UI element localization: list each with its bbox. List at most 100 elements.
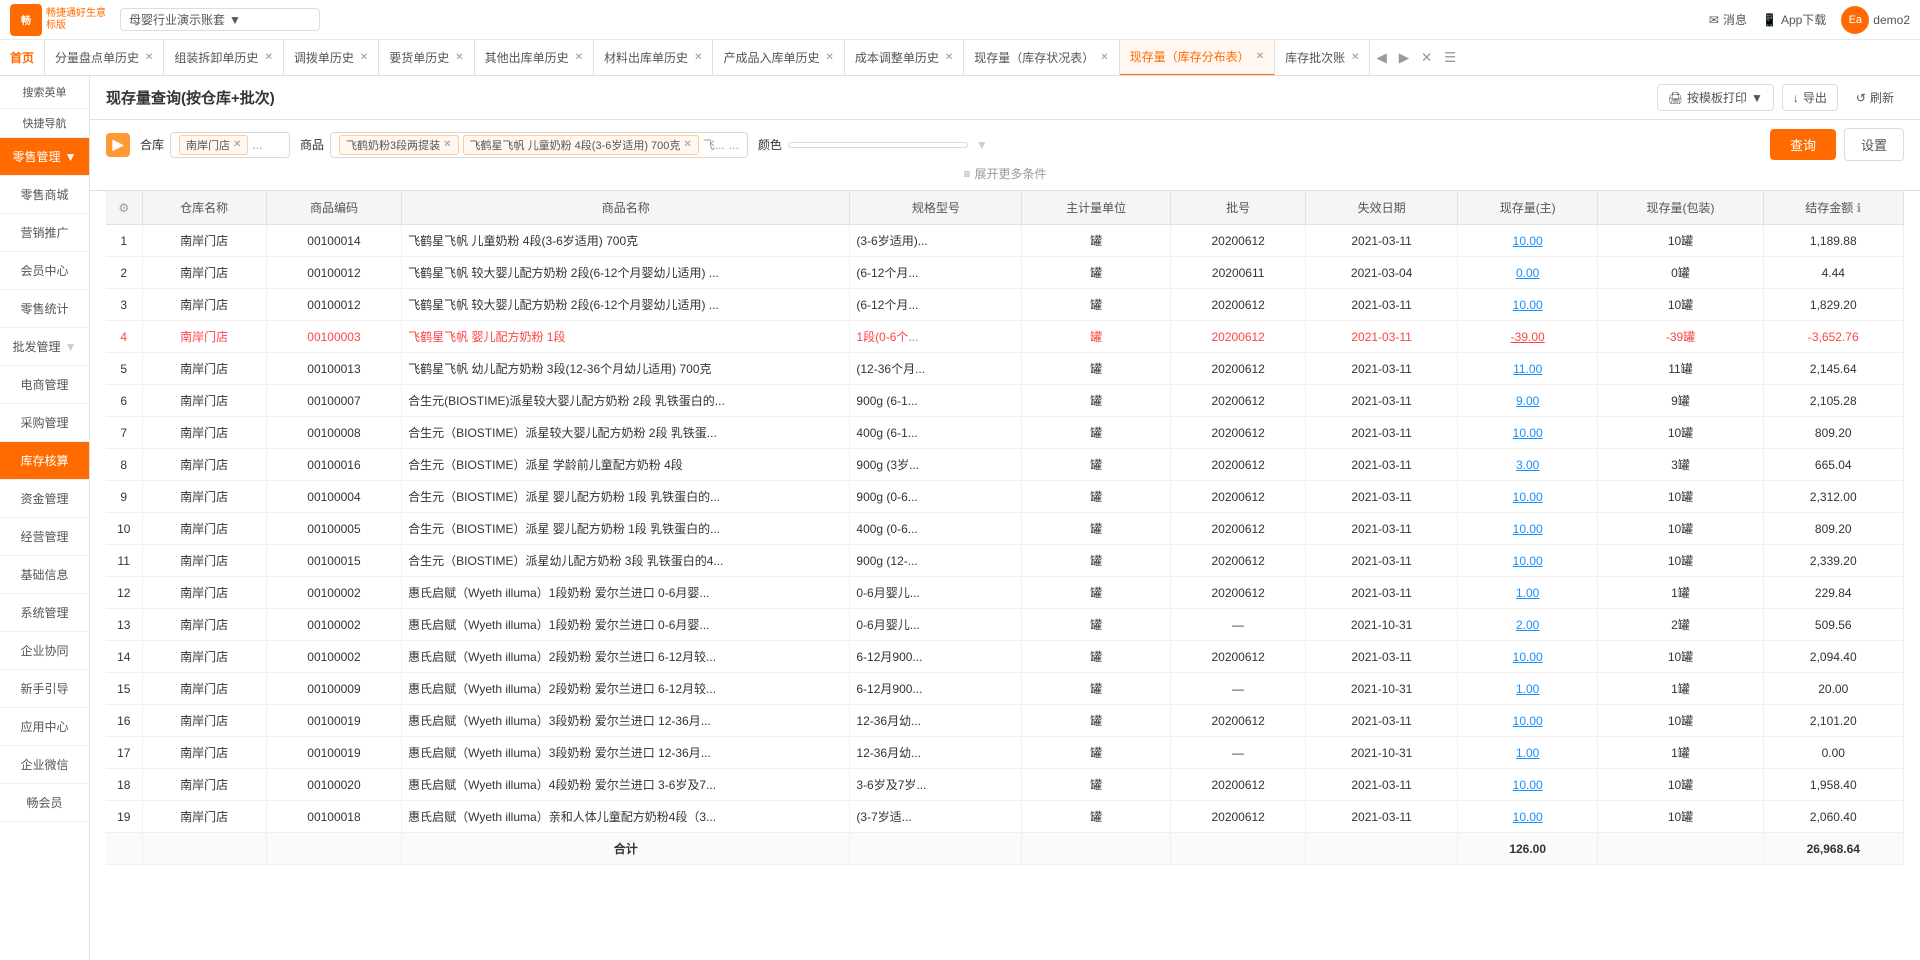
warehouse-tag-close[interactable]: ✕ (233, 139, 241, 150)
user-menu[interactable]: Ea demo2 (1841, 6, 1910, 34)
tab-product-in-close[interactable]: ✕ (825, 52, 833, 63)
sidebar-item-retail-mgmt[interactable]: 零售管理 ▼ (0, 138, 89, 176)
tab-mix[interactable]: 调拨单历史 ✕ (284, 40, 379, 76)
cell-unit: 罐 (1022, 705, 1171, 737)
product-tag-1-close[interactable]: ✕ (443, 139, 451, 150)
cell-qty-main[interactable]: 10.00 (1457, 417, 1598, 449)
cell-qty-main[interactable]: 1.00 (1457, 737, 1598, 769)
data-table: ⚙ 仓库名称 商品编码 商品名称 规格型号 主计量单位 批号 失效日期 现存量(… (106, 191, 1904, 865)
sidebar-item-member[interactable]: 会员中心 (0, 252, 89, 290)
tab-material-close[interactable]: ✕ (694, 52, 702, 63)
cell-code: 00100002 (266, 609, 401, 641)
cell-expire: 2021-10-31 (1306, 609, 1458, 641)
balance-info-icon[interactable]: ℹ (1857, 201, 1862, 215)
cell-balance: 2,339.20 (1763, 545, 1903, 577)
tab-menu-btn[interactable]: ☰ (1438, 40, 1462, 76)
template-print-btn[interactable]: 🖨 按模板打印 ▼ (1657, 84, 1774, 111)
product-tag-2-close[interactable]: ✕ (683, 139, 691, 150)
tab-stock-status-close[interactable]: ✕ (1100, 52, 1108, 63)
cell-warehouse: 南岸门店 (142, 577, 266, 609)
sidebar-quick-nav[interactable]: 快捷导航 (0, 109, 89, 138)
cell-qty-main[interactable]: 10.00 (1457, 801, 1598, 833)
tab-cost-adj-close[interactable]: ✕ (945, 52, 953, 63)
tab-home[interactable]: 首页 (0, 40, 45, 76)
tab-batch[interactable]: 库存批次账 ✕ (1275, 40, 1370, 76)
tab-demand-close[interactable]: ✕ (455, 52, 463, 63)
export-btn[interactable]: ↓ 导出 (1782, 84, 1838, 111)
tab-close-all-btn[interactable]: ✕ (1415, 40, 1438, 76)
app-download-btn[interactable]: 📱 App下载 (1762, 11, 1826, 28)
tab-stock-status[interactable]: 现存量（库存状况表） ✕ (964, 40, 1119, 76)
sidebar-item-finance[interactable]: 资金管理 (0, 480, 89, 518)
sidebar-item-member2[interactable]: 畅会员 (0, 784, 89, 822)
tab-disassemble-close[interactable]: ✕ (264, 52, 272, 63)
cell-qty-main[interactable]: 10.00 (1457, 641, 1598, 673)
cell-unit: 罐 (1022, 449, 1171, 481)
cell-qty-main[interactable]: 0.00 (1457, 257, 1598, 289)
sidebar-item-enterprise-wechat[interactable]: 企业微信 (0, 746, 89, 784)
sidebar-item-wholesale[interactable]: 批发管理 ▼ (0, 328, 89, 366)
tab-outbound-close[interactable]: ✕ (575, 52, 583, 63)
cell-qty-main[interactable]: 10.00 (1457, 513, 1598, 545)
sidebar-item-retail-shop[interactable]: 零售商城 (0, 176, 89, 214)
tab-product-in[interactable]: 产成品入库单历史 ✕ (713, 40, 844, 76)
tab-cost-adj[interactable]: 成本调整单历史 ✕ (845, 40, 964, 76)
query-btn[interactable]: 查询 (1770, 129, 1836, 160)
cell-qty-main[interactable]: 2.00 (1457, 609, 1598, 641)
cell-qty-main[interactable]: 10.00 (1457, 225, 1598, 257)
tab-next-btn[interactable]: ▶ (1393, 40, 1415, 76)
cell-qty-main[interactable]: 10.00 (1457, 545, 1598, 577)
tab-split-close[interactable]: ✕ (145, 52, 153, 63)
sidebar-item-app-center[interactable]: 应用中心 (0, 708, 89, 746)
tab-material[interactable]: 材料出库单历史 ✕ (594, 40, 713, 76)
color-input[interactable] (788, 142, 968, 148)
cell-batch: 20200612 (1171, 353, 1306, 385)
product-input[interactable]: 飞鹤奶粉3段两提装 ✕ 飞鹤星飞帆 儿童奶粉 4段(3-6岁适用) 700克 ✕… (330, 132, 748, 158)
cell-no: 14 (106, 641, 142, 673)
sidebar-item-ecommerce[interactable]: 电商管理 (0, 366, 89, 404)
cell-qty-main[interactable]: 3.00 (1457, 449, 1598, 481)
message-btn[interactable]: ✉ 消息 (1709, 11, 1747, 28)
sidebar-item-operations[interactable]: 经营管理 (0, 518, 89, 556)
expand-conditions-btn[interactable]: ≡ 展开更多条件 (106, 165, 1904, 182)
th-settings[interactable]: ⚙ (106, 191, 142, 225)
cell-qty-main[interactable]: 9.00 (1457, 385, 1598, 417)
setting-btn[interactable]: 设置 (1844, 128, 1904, 161)
cell-balance: 509.56 (1763, 609, 1903, 641)
filter-toggle-btn[interactable]: ▶ (106, 133, 130, 157)
cell-qty-main[interactable]: 10.00 (1457, 705, 1598, 737)
sidebar-item-inventory[interactable]: 库存核算 (0, 442, 89, 480)
warehouse-input[interactable]: 南岸门店 ✕ ... (170, 132, 290, 158)
cell-qty-main[interactable]: 10.00 (1457, 769, 1598, 801)
tab-split[interactable]: 分量盘点单历史 ✕ (45, 40, 164, 76)
sidebar-item-basic[interactable]: 基础信息 (0, 556, 89, 594)
table-row: 3 南岸门店 00100012 飞鹤星飞帆 较大婴儿配方奶粉 2段(6-12个月… (106, 289, 1904, 321)
tab-stock-dist[interactable]: 现存量（库存分布表） ✕ (1120, 40, 1275, 76)
sidebar-item-purchase[interactable]: 采购管理 (0, 404, 89, 442)
refresh-btn[interactable]: ↺ 刷新 (1846, 85, 1904, 110)
account-selector[interactable]: 母婴行业演示账套 ▼ (120, 8, 320, 31)
cell-qty-main[interactable]: 10.00 (1457, 289, 1598, 321)
cell-balance: 809.20 (1763, 513, 1903, 545)
cell-spec: 900g (12-... (850, 545, 1022, 577)
tab-stock-dist-close[interactable]: ✕ (1256, 51, 1264, 62)
tab-demand[interactable]: 要货单历史 ✕ (379, 40, 474, 76)
sidebar-item-guide[interactable]: 新手引导 (0, 670, 89, 708)
sidebar-search[interactable]: 搜索英单 (0, 76, 89, 109)
sidebar-item-marketing[interactable]: 营销推广 (0, 214, 89, 252)
tab-disassemble[interactable]: 组装拆卸单历史 ✕ (164, 40, 283, 76)
cell-qty-main[interactable]: 11.00 (1457, 353, 1598, 385)
sidebar-item-enterprise[interactable]: 企业协同 (0, 632, 89, 670)
settings-icon[interactable]: ⚙ (118, 201, 129, 215)
sidebar-item-system[interactable]: 系统管理 (0, 594, 89, 632)
cell-qty-main[interactable]: 10.00 (1457, 481, 1598, 513)
tab-mix-close[interactable]: ✕ (360, 52, 368, 63)
cell-qty-main[interactable]: -39.00 (1457, 321, 1598, 353)
cell-qty-main[interactable]: 1.00 (1457, 673, 1598, 705)
tab-prev-btn[interactable]: ◀ (1370, 40, 1392, 76)
cell-qty-main[interactable]: 1.00 (1457, 577, 1598, 609)
sidebar-item-retail-stats[interactable]: 零售统计 (0, 290, 89, 328)
tab-outbound[interactable]: 其他出库单历史 ✕ (475, 40, 594, 76)
tab-batch-close[interactable]: ✕ (1351, 52, 1359, 63)
cell-warehouse: 南岸门店 (142, 353, 266, 385)
